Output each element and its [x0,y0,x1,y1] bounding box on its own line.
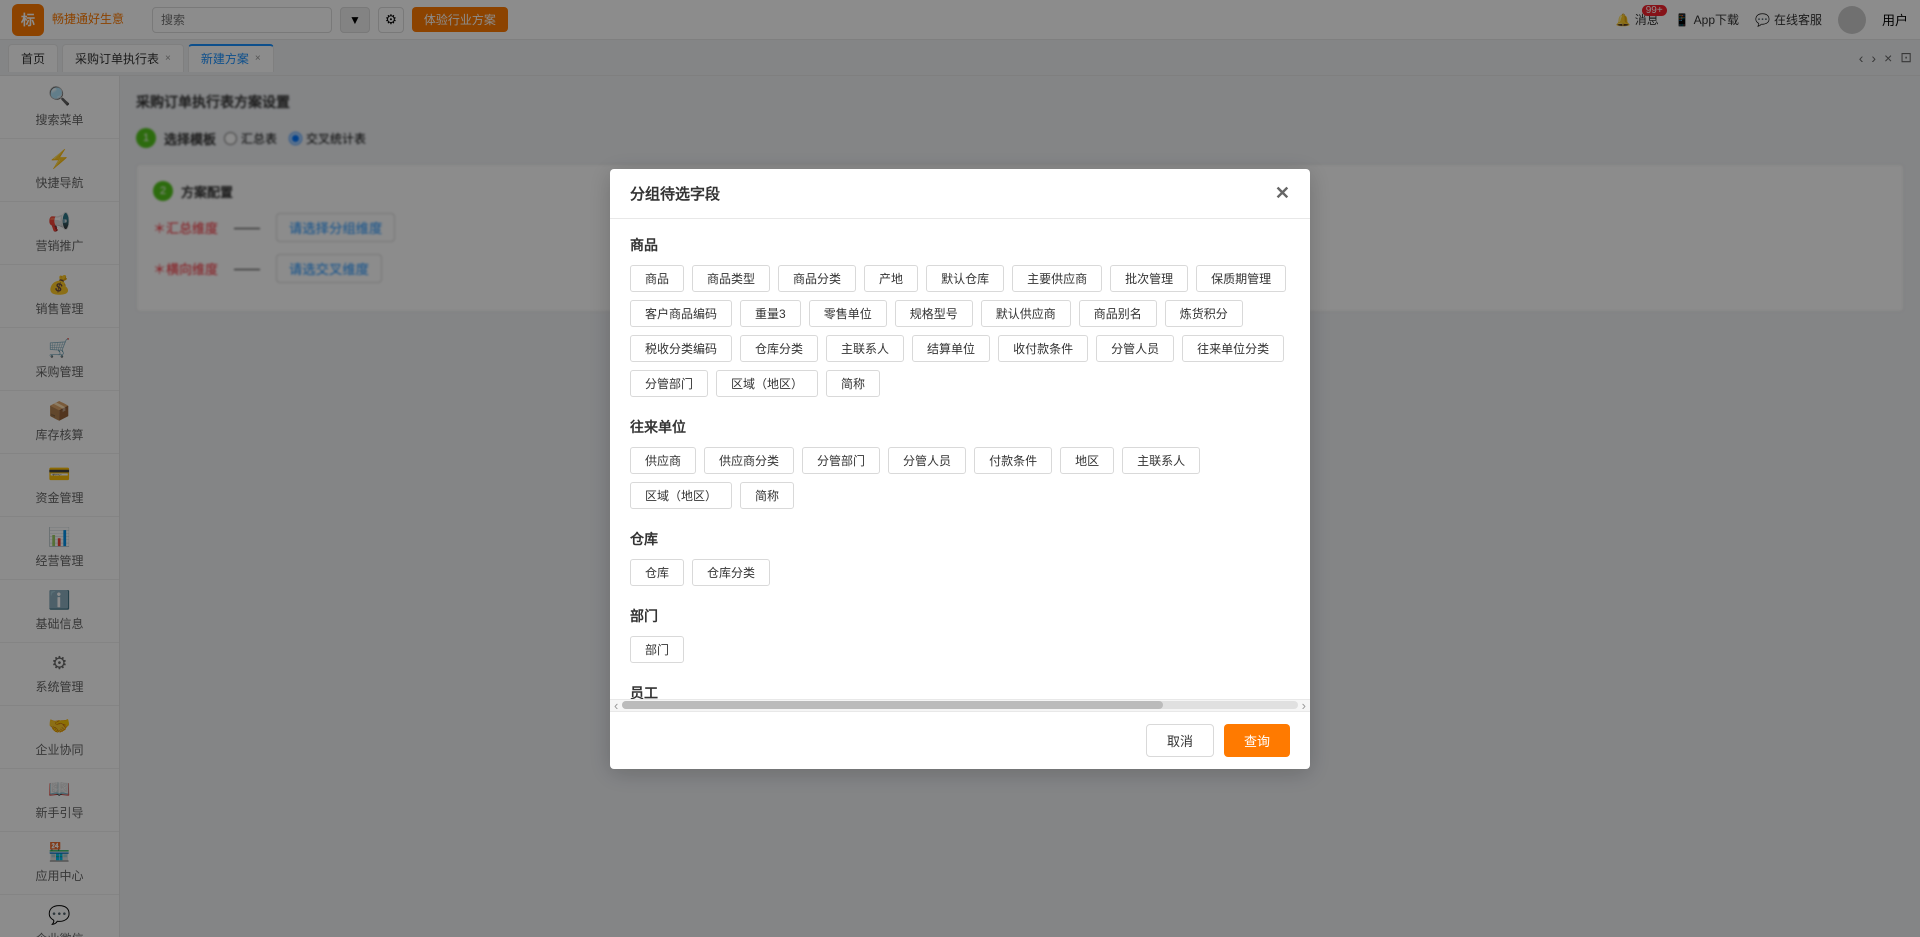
field-tag[interactable]: 税收分类编码 [630,335,732,362]
field-tag[interactable]: 分管部门 [630,370,708,397]
field-section-往来单位: 往来单位供应商供应商分类分管部门分管人员付款条件地区主联系人区域（地区） 简称 [630,417,1290,509]
field-tag[interactable]: 分管部门 [802,447,880,474]
field-tag[interactable]: 客户商品编码 [630,300,732,327]
field-tags: 商品商品类型商品分类产地默认仓库主要供应商批次管理保质期管理客户商品编码重量3 零… [630,265,1290,397]
field-tag[interactable]: 付款条件 [974,447,1052,474]
modal-overlay: 分组待选字段 ✕ 商品商品商品类型商品分类产地默认仓库主要供应商批次管理保质期管… [0,0,1920,937]
field-tag[interactable]: 供应商分类 [704,447,794,474]
cancel-button[interactable]: 取消 [1146,724,1214,757]
field-tag[interactable]: 结算单位 [912,335,990,362]
field-tag[interactable]: 商品 [630,265,684,292]
field-tag[interactable]: 产地 [864,265,918,292]
modal-close-btn[interactable]: ✕ [1275,183,1290,204]
field-tag[interactable]: 区域（地区） [716,370,818,397]
field-tag[interactable]: 商品类型 [692,265,770,292]
field-tag[interactable]: 仓库分类 [692,559,770,586]
confirm-button[interactable]: 查询 [1224,724,1290,757]
modal: 分组待选字段 ✕ 商品商品商品类型商品分类产地默认仓库主要供应商批次管理保质期管… [610,169,1310,769]
field-section-仓库: 仓库仓库仓库分类 [630,529,1290,586]
field-tags: 供应商供应商分类分管部门分管人员付款条件地区主联系人区域（地区） 简称 [630,447,1290,509]
field-tag[interactable]: 部门 [630,636,684,663]
field-tag[interactable]: 规格型号 [895,300,973,327]
field-tag[interactable]: 仓库 [630,559,684,586]
field-tag[interactable]: 炼货积分 [1165,300,1243,327]
field-tag[interactable]: 分管人员 [1096,335,1174,362]
field-tag[interactable]: 地区 [1060,447,1114,474]
field-section-部门: 部门部门 [630,606,1290,663]
section-title: 仓库 [630,529,1290,549]
field-tag[interactable]: 默认仓库 [926,265,1004,292]
field-tag[interactable]: 保质期管理 [1196,265,1286,292]
field-tags: 部门 [630,636,1290,663]
section-title: 商品 [630,235,1290,255]
field-tag[interactable]: 商品别名 [1079,300,1157,327]
field-tag[interactable]: 商品分类 [778,265,856,292]
field-tag[interactable]: 默认供应商 [981,300,1071,327]
field-section-商品: 商品商品商品类型商品分类产地默认仓库主要供应商批次管理保质期管理客户商品编码重量… [630,235,1290,397]
field-tags: 仓库仓库分类 [630,559,1290,586]
modal-header: 分组待选字段 ✕ [610,169,1310,219]
field-tag[interactable]: 简称 [740,482,794,509]
section-title: 往来单位 [630,417,1290,437]
field-tag[interactable]: 批次管理 [1110,265,1188,292]
modal-title: 分组待选字段 [630,183,720,204]
field-tag[interactable]: 主要供应商 [1012,265,1102,292]
field-tag[interactable]: 供应商 [630,447,696,474]
modal-footer: 取消 查询 [610,711,1310,769]
hscroll-thumb [622,701,1162,709]
section-title: 部门 [630,606,1290,626]
hscroll-track [622,701,1297,709]
field-tag[interactable]: 主联系人 [826,335,904,362]
field-section-员工: 员工业务员 [630,683,1290,699]
field-tag[interactable]: 简称 [826,370,880,397]
field-tag[interactable]: 收付款条件 [998,335,1088,362]
field-tag[interactable]: 零售单位 [809,300,887,327]
field-tag[interactable]: 往来单位分类 [1182,335,1284,362]
field-tag[interactable]: 重量3 [740,300,801,327]
modal-body[interactable]: 商品商品商品类型商品分类产地默认仓库主要供应商批次管理保质期管理客户商品编码重量… [610,219,1310,699]
section-title: 员工 [630,683,1290,699]
field-tag[interactable]: 仓库分类 [740,335,818,362]
field-tag[interactable]: 主联系人 [1122,447,1200,474]
field-tag[interactable]: 分管人员 [888,447,966,474]
field-tag[interactable]: 区域（地区） [630,482,732,509]
modal-hscroll: ‹ › [610,699,1310,711]
